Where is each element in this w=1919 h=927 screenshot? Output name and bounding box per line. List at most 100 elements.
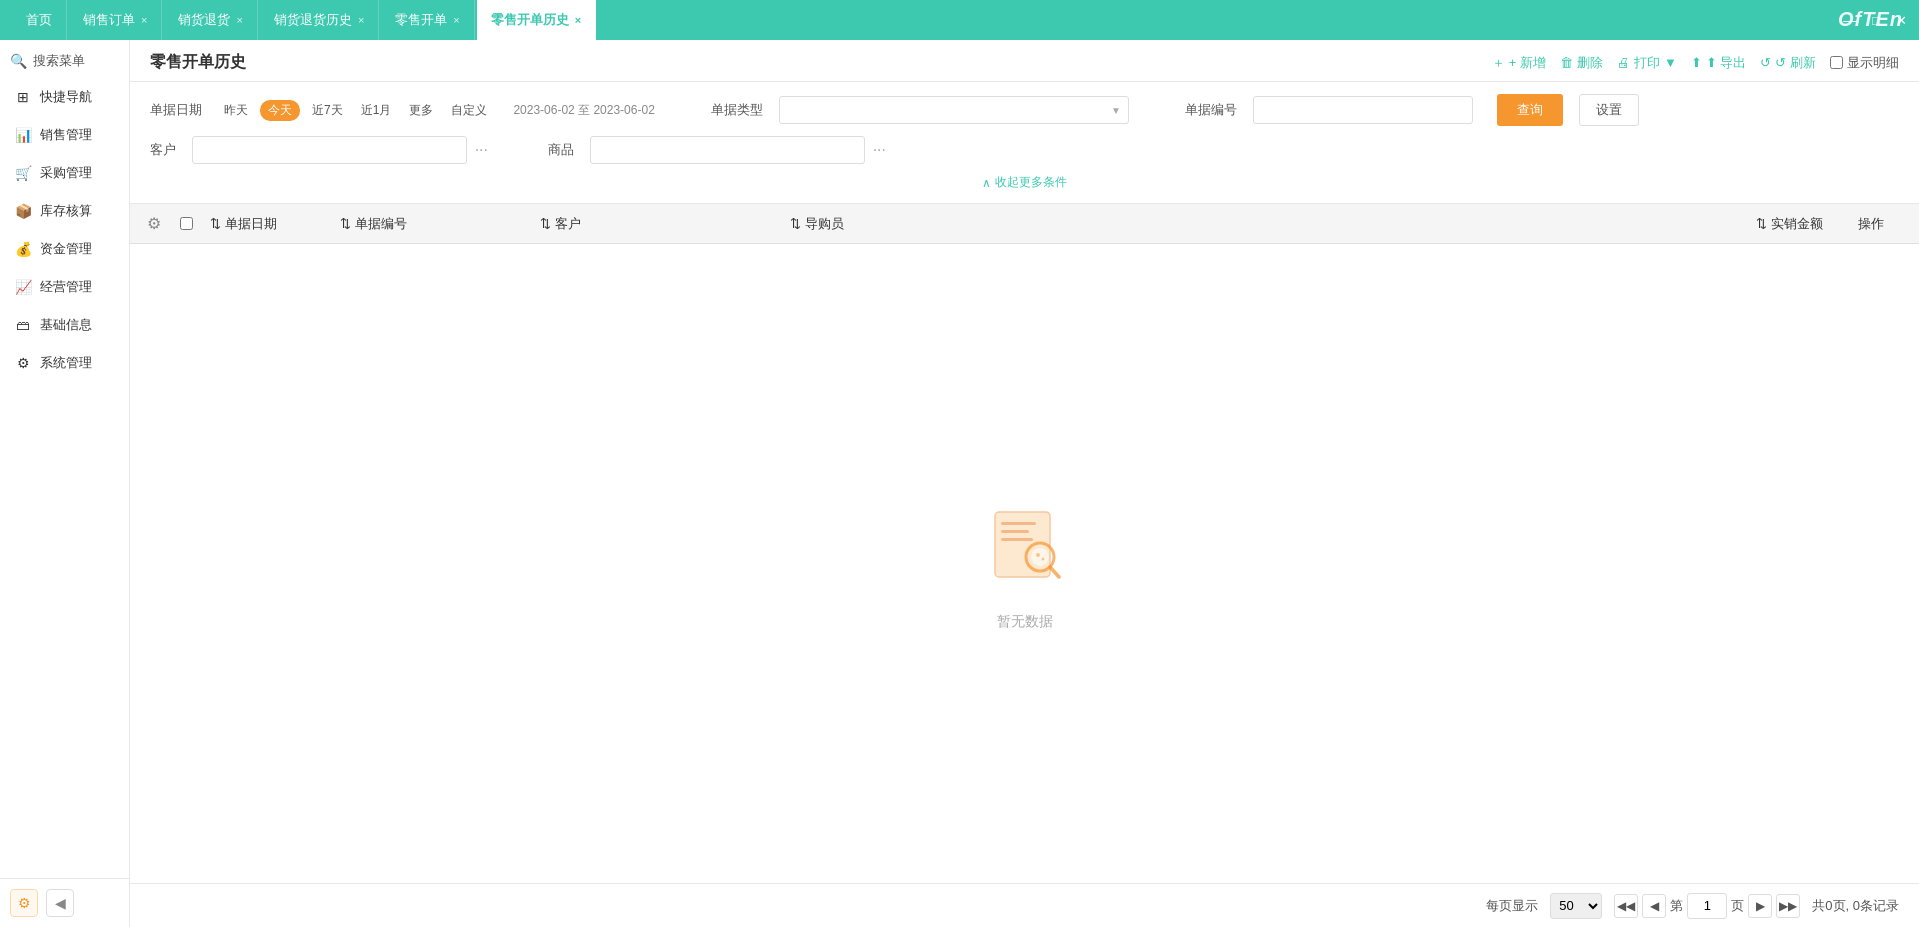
tab-label-sales-return: 销货退货 — [178, 11, 230, 29]
svg-point-8 — [1041, 557, 1044, 560]
filter-area: 单据日期 昨天今天近7天近1月更多自定义 2023-06-02 至 2023-0… — [130, 82, 1919, 204]
svg-point-5 — [1031, 548, 1049, 566]
top-tab-sales-return-history[interactable]: 销货退货历史× — [260, 0, 379, 40]
sidebar-collapse-btn[interactable]: ◀ — [46, 889, 74, 917]
date-options: 昨天今天近7天近1月更多自定义 — [218, 100, 493, 121]
print-button[interactable]: 🖨 打印 ▼ — [1617, 54, 1677, 72]
sidebar-item-inventory[interactable]: 📦 库存核算 — [0, 192, 129, 230]
show-detail-toggle[interactable]: 显示明细 — [1830, 54, 1899, 72]
collapse-more-label: 收起更多条件 — [995, 174, 1067, 191]
sidebar-item-basic-info[interactable]: 🗃基础信息 — [0, 306, 129, 344]
page-unit: 页 — [1731, 897, 1744, 915]
search-icon: 🔍 — [10, 53, 27, 69]
tab-close-retail-open-history[interactable]: × — [575, 14, 581, 26]
page-title: 零售开单历史 — [150, 52, 246, 73]
print-icon: 🖨 — [1617, 55, 1630, 70]
sidebar-bottom: ⚙ ◀ — [0, 878, 129, 927]
date-opt-0[interactable]: 昨天 — [218, 100, 254, 121]
add-button[interactable]: ＋ + 新增 — [1492, 54, 1546, 72]
top-tab-sales-return[interactable]: 销货退货 × — [164, 0, 257, 40]
query-button[interactable]: 查询 — [1497, 94, 1563, 126]
delete-button[interactable]: 🗑 删除 — [1560, 54, 1603, 72]
empty-text: 暂无数据 — [997, 613, 1053, 631]
delete-label: 删除 — [1577, 54, 1603, 72]
tab-close-sales-order[interactable]: × — [141, 14, 147, 26]
sidebar-item-ops-mgmt[interactable]: 📈经营管理 — [0, 268, 129, 306]
purchase-mgmt-icon: 🛒 — [14, 164, 32, 182]
quick-nav-icon: ⊞ — [14, 88, 32, 106]
top-tab-sales-order[interactable]: 销售订单× — [69, 0, 162, 40]
collapse-more-icon: ∧ — [982, 176, 991, 190]
bill-no-input[interactable] — [1253, 96, 1473, 124]
last-page-btn[interactable]: ▶▶ — [1776, 894, 1800, 918]
date-filter-label: 单据日期 — [150, 101, 202, 119]
tab-label-retail-open-history: 零售开单历史 — [491, 11, 569, 29]
sidebar-search[interactable]: 🔍 搜索菜单 — [0, 40, 129, 78]
bill-type-label: 单据类型 — [711, 101, 763, 119]
goods-label: 商品 — [548, 141, 574, 159]
customer-input[interactable] — [192, 136, 467, 164]
delete-icon: 🗑 — [1560, 55, 1573, 70]
top-tab-home[interactable]: 首页 — [12, 0, 67, 40]
add-icon: ＋ — [1492, 54, 1505, 72]
tab-close-retail-open[interactable]: × — [453, 14, 459, 26]
show-detail-checkbox-input[interactable] — [1830, 56, 1843, 69]
sidebar-item-quick-nav[interactable]: ⊞快捷导航 — [0, 78, 129, 116]
svg-line-6 — [1050, 567, 1059, 577]
page-size-label: 每页显示 — [1486, 897, 1538, 915]
sidebar-item-finance[interactable]: 💰资金管理 — [0, 230, 129, 268]
page-input[interactable] — [1687, 893, 1727, 919]
goods-input[interactable] — [590, 136, 865, 164]
filter-row-1: 单据日期 昨天今天近7天近1月更多自定义 2023-06-02 至 2023-0… — [150, 94, 1899, 126]
show-detail-label: 显示明细 — [1847, 54, 1899, 72]
customer-dots[interactable]: ··· — [471, 141, 492, 159]
first-page-btn[interactable]: ◀◀ — [1614, 894, 1638, 918]
date-range-display: 2023-06-02 至 2023-06-02 — [513, 102, 654, 119]
customer-input-wrap: ··· — [192, 136, 492, 164]
select-all-checkbox-cell[interactable] — [170, 217, 202, 230]
export-button[interactable]: ⬆ ⬆ 导出 — [1691, 54, 1747, 72]
top-bar-tabs: 首页销售订单×销货退货×销货退货历史×零售开单×零售开单历史× — [12, 0, 1843, 40]
next-page-btn[interactable]: ▶ — [1748, 894, 1772, 918]
top-tab-retail-open[interactable]: 零售开单 × — [381, 0, 474, 40]
date-opt-1[interactable]: 今天 — [260, 100, 300, 121]
svg-rect-1 — [1001, 522, 1036, 525]
select-all-checkbox[interactable] — [180, 217, 193, 230]
refresh-button[interactable]: ↺ ↺ 刷新 — [1760, 54, 1816, 72]
sys-mgmt-icon: ⚙ — [14, 354, 32, 372]
settings-button[interactable]: 设置 — [1579, 94, 1639, 126]
table-area: ⚙ ⇅ 单据日期 ⇅ 单据编号 ⇅ 客户 ⇅ 导购员 — [130, 204, 1919, 883]
sidebar-item-sales-mgmt[interactable]: 📊销售管理 — [0, 116, 129, 154]
print-label: 打印 — [1634, 54, 1660, 72]
tab-close-sales-return-history[interactable]: × — [358, 14, 364, 26]
sidebar-label-inventory: 库存核算 — [40, 202, 92, 220]
goods-dots[interactable]: ··· — [869, 141, 890, 159]
total-info: 共0页, 0条记录 — [1812, 897, 1899, 915]
content-area: 零售开单历史 ＋ + 新增 🗑 删除 🖨 打印 ▼ ⬆ ⬆ 导出 — [130, 40, 1919, 927]
goods-input-wrap: ··· — [590, 136, 890, 164]
th-billno-label: 单据编号 — [355, 215, 407, 233]
sidebar-gear-btn[interactable]: ⚙ — [10, 889, 38, 917]
th-action: 操作 — [1831, 215, 1911, 233]
bill-type-select[interactable] — [779, 96, 1129, 124]
th-amount-icon: ⇅ — [1756, 216, 1767, 231]
tab-close-sales-return[interactable]: × — [236, 14, 242, 26]
date-opt-2[interactable]: 近7天 — [306, 100, 349, 121]
top-tab-retail-open-history[interactable]: 零售开单历史 × — [477, 0, 596, 40]
date-opt-4[interactable]: 更多 — [403, 100, 439, 121]
sidebar-item-sys-mgmt[interactable]: ⚙系统管理 — [0, 344, 129, 382]
date-opt-3[interactable]: 近1月 — [355, 100, 398, 121]
inventory-icon: 📦 — [14, 202, 32, 220]
prev-page-btn[interactable]: ◀ — [1642, 894, 1666, 918]
basic-info-icon: 🗃 — [14, 316, 32, 334]
page-size-select[interactable]: 50 10 20 100 — [1550, 893, 1602, 919]
collapse-more-btn[interactable]: ∧ 收起更多条件 — [150, 174, 1899, 191]
toolbar: ＋ + 新增 🗑 删除 🖨 打印 ▼ ⬆ ⬆ 导出 ↺ — [1492, 54, 1899, 72]
sidebar-item-purchase-mgmt[interactable]: 🛒采购管理 — [0, 154, 129, 192]
date-opt-5[interactable]: 自定义 — [445, 100, 493, 121]
finance-icon: 💰 — [14, 240, 32, 258]
table-header: ⚙ ⇅ 单据日期 ⇅ 单据编号 ⇅ 客户 ⇅ 导购员 — [130, 204, 1919, 244]
page-nav: ◀◀ ◀ 第 页 ▶ ▶▶ — [1614, 893, 1800, 919]
column-settings-btn[interactable]: ⚙ — [138, 214, 170, 233]
tab-label-retail-open: 零售开单 — [395, 11, 447, 29]
